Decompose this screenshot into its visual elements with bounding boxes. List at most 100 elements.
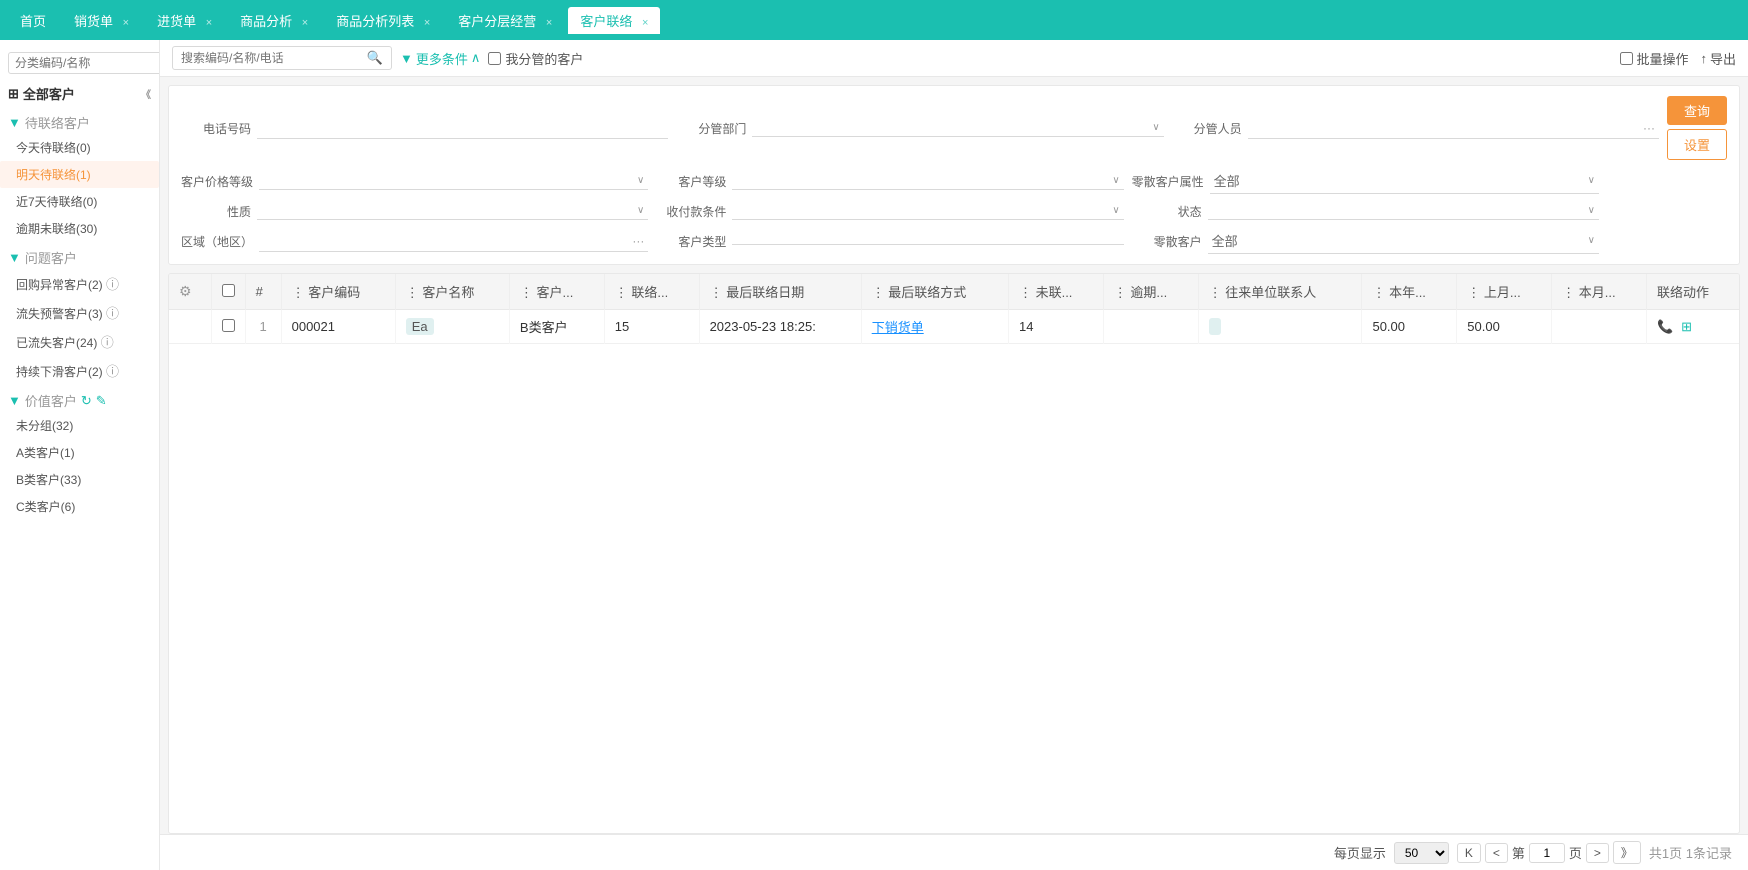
- per-page-select[interactable]: 50 100 200: [1394, 842, 1449, 864]
- nav-customer-contact[interactable]: 客户联络 ×: [568, 7, 660, 34]
- filter-region-dots[interactable]: ···: [632, 234, 644, 248]
- filter-manager-dots[interactable]: ···: [1643, 121, 1655, 135]
- nav-purchase-close[interactable]: ×: [206, 17, 212, 29]
- batch-op-check[interactable]: [1620, 52, 1633, 65]
- my-customers-check[interactable]: [488, 52, 501, 65]
- sidebar-value-arrow: ▼: [8, 393, 21, 408]
- filter-price-level-select[interactable]: ∨: [259, 172, 648, 190]
- sidebar-collapse-icon[interactable]: 《: [141, 86, 151, 101]
- main-layout: 🔍 ⊞ 全部客户 《 ▼ 待联络客户 今天待联络(0) 明天待联络(1) 近7天…: [0, 40, 1748, 870]
- filter-region: 区域（地区） ···: [181, 231, 648, 252]
- col-last-date-header[interactable]: ⋮ 最后联络日期: [699, 274, 861, 310]
- filter-price-level: 客户价格等级 ∨: [181, 172, 648, 190]
- nav-customer-contact-close[interactable]: ×: [642, 17, 648, 29]
- filter-retail-customer-select[interactable]: 全部 ∨: [1208, 228, 1599, 254]
- nav-sales-close[interactable]: ×: [123, 17, 129, 29]
- toolbar-search-input[interactable]: [181, 51, 363, 65]
- row-last-method-link[interactable]: 下销货单: [872, 320, 924, 335]
- col-this-year-header[interactable]: ⋮ 本年...: [1362, 274, 1457, 310]
- sidebar-class-c[interactable]: C类客户(6): [0, 493, 159, 520]
- filter-phone-input[interactable]: [257, 118, 668, 139]
- sidebar-overdue-contact[interactable]: 逾期未联络(30): [0, 215, 159, 242]
- export-btn[interactable]: ↑ 导出: [1700, 49, 1736, 68]
- filter-gender-select[interactable]: ∨: [257, 202, 648, 220]
- nav-product-list[interactable]: 商品分析列表 ×: [324, 7, 442, 34]
- sidebar-class-a[interactable]: A类客户(1): [0, 439, 159, 466]
- toolbar-filter-btn[interactable]: ▼ 更多条件 ∧: [400, 49, 480, 68]
- filter-customer-level-select[interactable]: ∨: [732, 172, 1123, 190]
- nav-customer-stratify-close[interactable]: ×: [546, 17, 552, 29]
- nav-product-list-close[interactable]: ×: [424, 17, 430, 29]
- filter-label: 更多条件: [416, 49, 468, 68]
- sidebar-value-edit[interactable]: ✎: [96, 393, 107, 409]
- col-this-month-header[interactable]: ⋮ 本月...: [1552, 274, 1647, 310]
- row-last-method[interactable]: 下销货单: [861, 310, 1008, 344]
- filter-query-btn[interactable]: 查询: [1667, 96, 1727, 125]
- top-nav: 首页 销货单 × 进货单 × 商品分析 × 商品分析列表 × 客户分层经营 × …: [0, 0, 1748, 40]
- sidebar-search-input[interactable]: [8, 52, 160, 74]
- nav-home[interactable]: 首页: [8, 7, 58, 34]
- col-settings-header[interactable]: ⚙: [169, 274, 211, 310]
- sidebar-ungrouped[interactable]: 未分组(32): [0, 412, 159, 439]
- toolbar-search-icon[interactable]: 🔍: [367, 50, 383, 66]
- filter-customer-type-select[interactable]: [732, 238, 1123, 245]
- my-customers-checkbox[interactable]: 我分管的客户: [488, 49, 583, 68]
- batch-op-btn[interactable]: 批量操作: [1620, 49, 1688, 68]
- nav-customer-stratify[interactable]: 客户分层经营 ×: [446, 7, 564, 34]
- row-checkbox[interactable]: [211, 310, 245, 344]
- filter-row-2: 客户价格等级 ∨ 客户等级 ∨ 零散客户属性 全部: [181, 168, 1727, 194]
- row-last-month: 50.00: [1457, 310, 1552, 344]
- col-last-method-header[interactable]: ⋮ 最后联络方式: [861, 274, 1008, 310]
- content-area: 🔍 ▼ 更多条件 ∧ 我分管的客户 批量操作 ↑ 导出: [160, 40, 1748, 870]
- page-input[interactable]: [1529, 843, 1565, 863]
- col-checkbox-header[interactable]: [211, 274, 245, 310]
- sidebar-class-b[interactable]: B类客户(33): [0, 466, 159, 493]
- col-last-month-header[interactable]: ⋮ 上月...: [1457, 274, 1552, 310]
- nav-product-analysis-close[interactable]: ×: [302, 17, 308, 29]
- sidebar-value-label: 价值客户: [25, 391, 77, 410]
- row-action-menu[interactable]: ⊞: [1681, 319, 1692, 335]
- toolbar-search-box[interactable]: 🔍: [172, 46, 392, 70]
- row-action-phone[interactable]: 📞: [1657, 319, 1673, 335]
- filter-payment-select[interactable]: ∨: [732, 202, 1123, 220]
- page-last-btn[interactable]: 》: [1613, 841, 1641, 864]
- filter-region-select[interactable]: ···: [259, 231, 648, 252]
- col-no-contact-header[interactable]: ⋮ 未联...: [1008, 274, 1103, 310]
- row-contact-person-badge: [1209, 318, 1221, 335]
- sidebar-problem-group: ▼ 问题客户: [0, 242, 159, 269]
- filter-reset-btn[interactable]: 设置: [1667, 129, 1727, 160]
- my-customers-label: 我分管的客户: [505, 49, 583, 68]
- filter-status-select[interactable]: ∨: [1208, 202, 1599, 220]
- nav-purchase[interactable]: 进货单 ×: [145, 7, 224, 34]
- sidebar-churned[interactable]: 已流失客户(24) ⓘ: [0, 327, 159, 356]
- col-action-header: 联络动作: [1646, 274, 1739, 310]
- col-name-header[interactable]: ⋮ 客户名称: [395, 274, 509, 310]
- col-overdue-header[interactable]: ⋮ 逾期...: [1103, 274, 1198, 310]
- table-select-all-checkbox[interactable]: [222, 284, 235, 297]
- filter-region-label: 区域（地区）: [181, 233, 253, 250]
- sidebar-7day-contact[interactable]: 近7天待联络(0): [0, 188, 159, 215]
- nav-product-analysis[interactable]: 商品分析 ×: [228, 7, 320, 34]
- filter-customer-level-label: 客户等级: [656, 173, 726, 190]
- filter-dept-select[interactable]: ∨: [752, 119, 1163, 137]
- toolbar-right: 批量操作 ↑ 导出: [1620, 49, 1736, 68]
- col-code-header[interactable]: ⋮ 客户编码: [281, 274, 395, 310]
- sidebar-declining[interactable]: 持续下滑客户(2) ⓘ: [0, 356, 159, 385]
- sidebar-all-customers[interactable]: ⊞ 全部客户 《: [0, 78, 159, 107]
- filter-retail-attr-select[interactable]: 全部 ∨: [1210, 168, 1599, 194]
- row-select-checkbox[interactable]: [222, 319, 235, 332]
- sidebar-today-contact[interactable]: 今天待联络(0): [0, 134, 159, 161]
- page-next-btn[interactable]: >: [1586, 843, 1609, 863]
- sidebar-value-refresh[interactable]: ↻: [81, 393, 92, 409]
- col-contact-person-header[interactable]: ⋮ 往来单位联系人: [1198, 274, 1362, 310]
- filter-manager-select[interactable]: ···: [1248, 118, 1659, 139]
- sidebar-churn-warning[interactable]: 流失预警客户(3) ⓘ: [0, 298, 159, 327]
- nav-sales[interactable]: 销货单 ×: [62, 7, 141, 34]
- col-type-header[interactable]: ⋮ 客户...: [509, 274, 604, 310]
- page-first-btn[interactable]: K: [1457, 843, 1481, 863]
- page-prev-btn[interactable]: <: [1485, 843, 1508, 863]
- sidebar-tomorrow-contact[interactable]: 明天待联络(1): [0, 161, 159, 188]
- col-contact-header[interactable]: ⋮ 联络...: [604, 274, 699, 310]
- table-settings-icon[interactable]: ⚙: [179, 283, 192, 299]
- sidebar-repurchase-abnormal[interactable]: 回购异常客户(2) ⓘ: [0, 269, 159, 298]
